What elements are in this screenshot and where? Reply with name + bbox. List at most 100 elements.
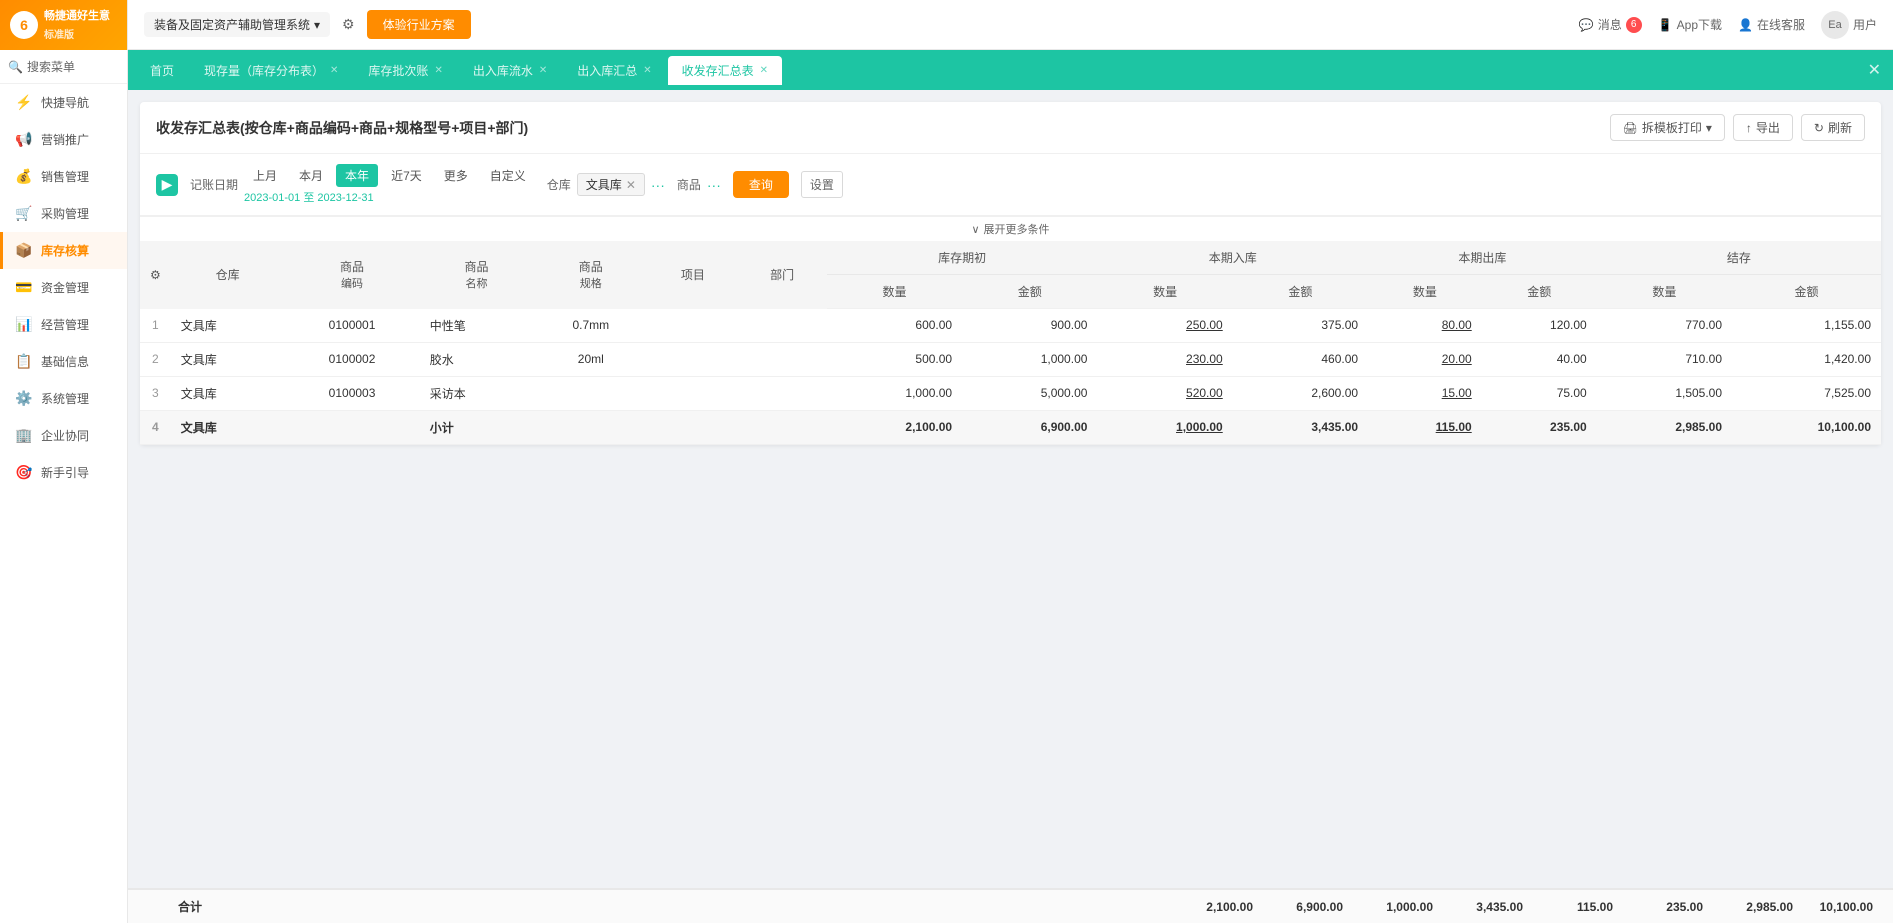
row-out-qty[interactable]: 115.00: [1368, 410, 1482, 444]
row-in-amt: 460.00: [1233, 342, 1368, 376]
sidebar-item-operations[interactable]: 📊 经营管理: [0, 306, 127, 343]
sidebar-item-finance[interactable]: 💳 资金管理: [0, 269, 127, 306]
export-button[interactable]: ↑ 导出: [1733, 114, 1793, 141]
date-btn-7days[interactable]: 近7天: [382, 164, 431, 187]
tab-label: 现存量（库存分布表）: [204, 62, 324, 79]
row-bal-qty: 2,985.00: [1597, 410, 1732, 444]
date-btn-this-month[interactable]: 本月: [290, 164, 332, 187]
goods-ellipsis[interactable]: ···: [707, 177, 721, 193]
warehouse-ellipsis[interactable]: ···: [651, 177, 665, 193]
row-in-amt: 3,435.00: [1233, 410, 1368, 444]
refresh-button[interactable]: ↻ 刷新: [1801, 114, 1865, 141]
online-service-item[interactable]: 👤 在线客服: [1738, 16, 1805, 33]
row-in-qty[interactable]: 230.00: [1097, 342, 1232, 376]
page-header: 收发存汇总表(按仓库+商品编码+商品+规格型号+项目+部门) 🖨 拆模板打印 ▾…: [140, 102, 1881, 154]
data-table-wrapper: ⚙ 仓库 商品编码 商品名称 商品规格 项目 部门 库存期初 本期入库 本期出库…: [140, 241, 1881, 445]
warehouse-tag-close[interactable]: ✕: [626, 178, 636, 192]
row-code: 0100002: [284, 342, 419, 376]
tab-close-icon[interactable]: ✕: [760, 65, 768, 76]
sidebar-item-label: 基础信息: [41, 353, 89, 370]
print-button[interactable]: 🖨 拆模板打印 ▾: [1610, 114, 1725, 141]
experience-button[interactable]: 体验行业方案: [367, 10, 471, 39]
footer-open-qty: 2,100.00: [1163, 900, 1253, 914]
tab-bar: 首页 现存量（库存分布表） ✕ 库存批次账 ✕ 出入库流水 ✕ 出入库汇总 ✕ …: [128, 50, 1893, 90]
message-item[interactable]: 💬 消息 6: [1579, 16, 1642, 33]
sidebar-search-item[interactable]: 🔍 搜索菜单: [0, 50, 127, 84]
marketing-icon: 📢: [15, 131, 33, 148]
row-in-qty[interactable]: 250.00: [1097, 309, 1232, 343]
warehouse-tag-value: 文具库: [586, 176, 622, 193]
row-bal-amt: 1,420.00: [1732, 342, 1881, 376]
expand-label: 展开更多条件: [984, 221, 1050, 237]
footer-bal-qty: 2,985.00: [1703, 900, 1793, 914]
row-out-qty[interactable]: 80.00: [1368, 309, 1482, 343]
row-warehouse: 文具库: [171, 342, 285, 376]
print-label: 拆模板打印: [1642, 119, 1702, 136]
col-code-header: 商品编码: [284, 241, 419, 309]
tab-close-icon[interactable]: ✕: [434, 65, 442, 76]
row-department: [738, 376, 827, 410]
footer-out-amt: 235.00: [1613, 900, 1703, 914]
col-in-qty-header: 数量: [1097, 275, 1232, 309]
tab-summary[interactable]: 出入库汇总 ✕: [563, 56, 665, 85]
sidebar-item-quick-nav[interactable]: ⚡ 快捷导航: [0, 84, 127, 121]
row-in-amt: 375.00: [1233, 309, 1368, 343]
col-out-qty-header: 数量: [1368, 275, 1482, 309]
col-out-header: 本期出库: [1368, 241, 1597, 275]
message-icon: 💬: [1579, 18, 1594, 32]
tab-label: 收发存汇总表: [682, 62, 754, 79]
row-in-qty[interactable]: 1,000.00: [1097, 410, 1232, 444]
sidebar-item-sales[interactable]: 💰 销售管理: [0, 158, 127, 195]
sidebar-item-system[interactable]: ⚙️ 系统管理: [0, 380, 127, 417]
tab-close-icon[interactable]: ✕: [539, 65, 547, 76]
sidebar-item-enterprise[interactable]: 🏢 企业协同: [0, 417, 127, 454]
row-name: 胶水: [420, 342, 534, 376]
footer-in-qty: 1,000.00: [1343, 900, 1433, 914]
row-out-qty[interactable]: 20.00: [1368, 342, 1482, 376]
tab-receive-send[interactable]: 收发存汇总表 ✕: [668, 56, 782, 85]
row-in-qty[interactable]: 520.00: [1097, 376, 1232, 410]
sidebar-item-basic-info[interactable]: 📋 基础信息: [0, 343, 127, 380]
page-container: 收发存汇总表(按仓库+商品编码+商品+规格型号+项目+部门) 🖨 拆模板打印 ▾…: [140, 102, 1881, 445]
footer-out-qty: 115.00: [1523, 900, 1613, 914]
gear-icon[interactable]: ⚙: [342, 16, 355, 33]
sidebar-item-label: 采购管理: [41, 205, 89, 222]
row-out-amt: 40.00: [1482, 342, 1597, 376]
app-download-item[interactable]: 📱 App下载: [1658, 16, 1722, 33]
tab-home[interactable]: 首页: [136, 56, 188, 85]
sidebar-item-label: 销售管理: [41, 168, 89, 185]
col-in-amt-header: 金额: [1233, 275, 1368, 309]
sidebar-nav: ⚡ 快捷导航 📢 营销推广 💰 销售管理 🛒 采购管理 📦 库存核算 💳 资金管…: [0, 84, 127, 923]
row-spec: [533, 376, 648, 410]
tab-flow[interactable]: 出入库流水 ✕: [459, 56, 561, 85]
sidebar-item-label: 资金管理: [41, 279, 89, 296]
filter-toggle-button[interactable]: ▶: [156, 174, 178, 196]
sidebar-item-marketing[interactable]: 📢 营销推广: [0, 121, 127, 158]
inventory-icon: 📦: [15, 242, 33, 259]
tab-inventory-dist[interactable]: 现存量（库存分布表） ✕: [190, 56, 352, 85]
sidebar-item-guide[interactable]: 🎯 新手引导: [0, 454, 127, 491]
system-selector[interactable]: 装备及固定资产辅助管理系统 ▾: [144, 12, 330, 37]
settings-button[interactable]: 设置: [801, 171, 843, 198]
date-btn-more[interactable]: 更多: [435, 164, 477, 187]
sidebar-item-inventory[interactable]: 📦 库存核算: [0, 232, 127, 269]
finance-icon: 💳: [15, 279, 33, 296]
chevron-down-icon: ▾: [1706, 121, 1712, 135]
user-item[interactable]: Ea 用户: [1821, 11, 1877, 39]
sidebar-item-purchase[interactable]: 🛒 采购管理: [0, 195, 127, 232]
date-btn-this-year[interactable]: 本年: [336, 164, 378, 187]
row-project: [648, 342, 737, 376]
search-button[interactable]: 查询: [733, 171, 789, 198]
row-bal-amt: 10,100.00: [1732, 410, 1881, 444]
date-btn-last-month[interactable]: 上月: [244, 164, 286, 187]
tab-close-icon[interactable]: ✕: [643, 65, 651, 76]
col-settings-header[interactable]: ⚙: [140, 241, 171, 309]
tab-close-icon[interactable]: ✕: [330, 65, 338, 76]
row-out-qty[interactable]: 15.00: [1368, 376, 1482, 410]
tab-bar-close-icon[interactable]: ✕: [1864, 56, 1885, 84]
col-out-amt-header: 金额: [1482, 275, 1597, 309]
expand-more-button[interactable]: ∨ 展开更多条件: [140, 216, 1881, 241]
tab-batch-ledger[interactable]: 库存批次账 ✕: [354, 56, 456, 85]
date-btn-custom[interactable]: 自定义: [481, 164, 535, 187]
col-opening-header: 库存期初: [827, 241, 1098, 275]
